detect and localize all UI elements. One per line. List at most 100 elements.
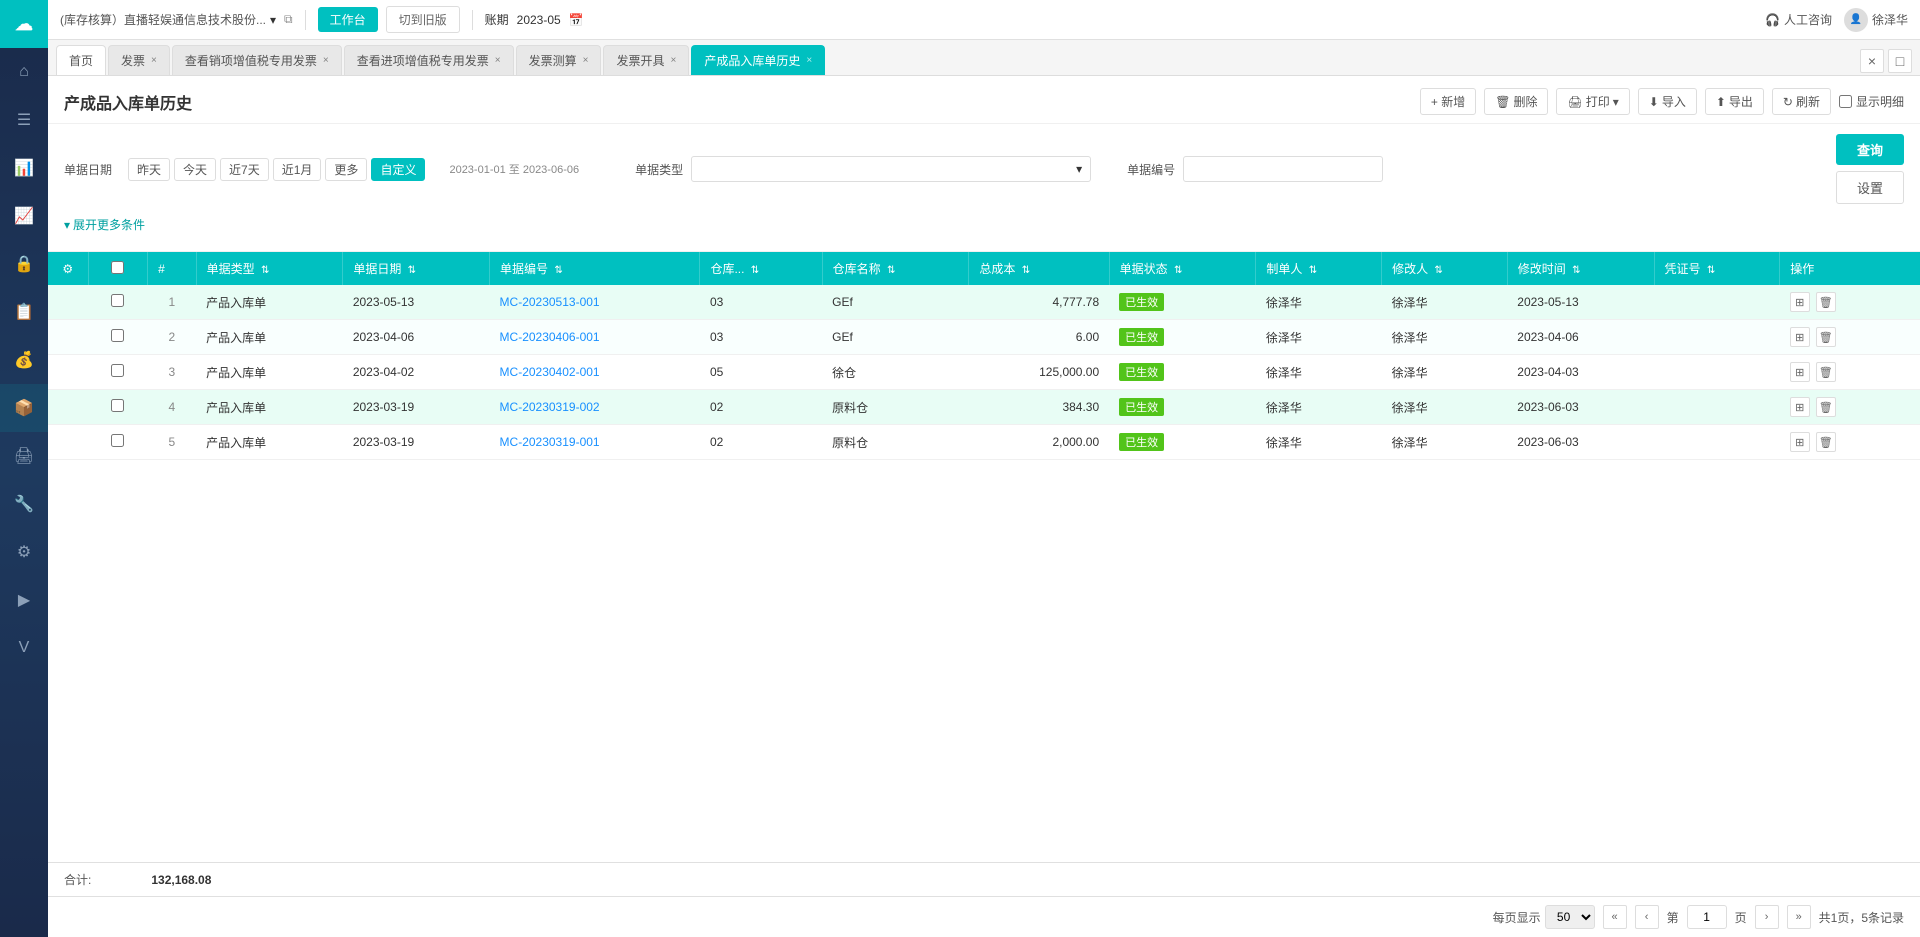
tab-invoice[interactable]: 发票 × bbox=[108, 45, 170, 75]
row-checkbox-0[interactable] bbox=[111, 294, 124, 307]
row-checkbox-cell[interactable] bbox=[88, 425, 148, 460]
row-delete-btn-1[interactable]: 🗑 bbox=[1816, 327, 1836, 347]
expand-more-btn[interactable]: ▾ 展开更多条件 bbox=[64, 216, 145, 233]
select-all-checkbox[interactable] bbox=[111, 261, 124, 274]
copy-icon[interactable]: ⧉ bbox=[284, 12, 293, 27]
row-number-0[interactable]: MC-20230513-001 bbox=[490, 285, 700, 320]
per-page-input[interactable]: 50 100 200 bbox=[1545, 905, 1595, 929]
th-modify-time[interactable]: 修改时间 ⇅ bbox=[1507, 252, 1654, 285]
row-number-4[interactable]: MC-20230319-001 bbox=[490, 425, 700, 460]
tab-product-history-close[interactable]: × bbox=[806, 55, 812, 66]
print-button[interactable]: 🖨 打印 ▾ bbox=[1556, 88, 1629, 115]
query-button[interactable]: 查询 bbox=[1836, 134, 1904, 165]
row-edit-btn-3[interactable]: ⊞ bbox=[1790, 397, 1810, 417]
tab-purchase-invoice[interactable]: 查看进项增值税专用发票 × bbox=[344, 45, 514, 75]
sidebar-item-finance[interactable]: 💰 bbox=[0, 336, 48, 384]
th-warehouse-code[interactable]: 仓库... ⇅ bbox=[700, 252, 822, 285]
new-button[interactable]: + 新增 bbox=[1420, 88, 1476, 115]
import-button[interactable]: ⬇ 导入 bbox=[1638, 88, 1697, 115]
tab-invoice-issue[interactable]: 发票开具 × bbox=[603, 45, 689, 75]
tab-sales-invoice[interactable]: 查看销项增值税专用发票 × bbox=[172, 45, 342, 75]
tab-invoice-issue-close[interactable]: × bbox=[670, 55, 676, 66]
app-logo[interactable]: ☁ bbox=[0, 0, 48, 48]
row-edit-btn-2[interactable]: ⊞ bbox=[1790, 362, 1810, 382]
row-edit-btn-0[interactable]: ⊞ bbox=[1790, 292, 1810, 312]
th-status[interactable]: 单据状态 ⇅ bbox=[1109, 252, 1256, 285]
row-checkbox-2[interactable] bbox=[111, 364, 124, 377]
sidebar-item-inventory[interactable]: 📦 bbox=[0, 384, 48, 432]
th-number[interactable]: 单据编号 ⇅ bbox=[490, 252, 700, 285]
date-btn-today[interactable]: 今天 bbox=[174, 158, 216, 181]
row-number-link-2[interactable]: MC-20230402-001 bbox=[500, 365, 600, 379]
prev-page-btn[interactable]: ‹ bbox=[1635, 905, 1659, 929]
switch-button[interactable]: 切到旧版 bbox=[386, 6, 460, 33]
row-checkbox-3[interactable] bbox=[111, 399, 124, 412]
close-all-btn[interactable]: × bbox=[1860, 49, 1884, 73]
row-checkbox-cell[interactable] bbox=[88, 285, 148, 320]
row-delete-btn-3[interactable]: 🗑 bbox=[1816, 397, 1836, 417]
row-edit-btn-1[interactable]: ⊞ bbox=[1790, 327, 1810, 347]
date-btn-more[interactable]: 更多 bbox=[325, 158, 367, 181]
row-number-link-3[interactable]: MC-20230319-002 bbox=[500, 400, 600, 414]
sidebar-item-print[interactable]: 🖨 bbox=[0, 432, 48, 480]
date-btn-1month[interactable]: 近1月 bbox=[273, 158, 322, 181]
tab-product-history[interactable]: 产成品入库单历史 × bbox=[691, 45, 825, 75]
row-checkbox-4[interactable] bbox=[111, 434, 124, 447]
sidebar-item-list[interactable]: 📋 bbox=[0, 288, 48, 336]
last-page-btn[interactable]: » bbox=[1787, 905, 1811, 929]
sidebar-item-v[interactable]: V bbox=[0, 624, 48, 672]
row-delete-btn-0[interactable]: 🗑 bbox=[1816, 292, 1836, 312]
th-checkbox[interactable] bbox=[88, 252, 148, 285]
next-page-btn[interactable]: › bbox=[1755, 905, 1779, 929]
date-btn-custom[interactable]: 自定义 bbox=[371, 158, 425, 181]
sidebar-item-lock[interactable]: 🔒 bbox=[0, 240, 48, 288]
tab-home[interactable]: 首页 bbox=[56, 45, 106, 75]
row-delete-btn-2[interactable]: 🗑 bbox=[1816, 362, 1836, 382]
row-number-link-1[interactable]: MC-20230406-001 bbox=[500, 330, 600, 344]
page-input[interactable] bbox=[1687, 905, 1727, 929]
th-total-cost[interactable]: 总成本 ⇅ bbox=[969, 252, 1109, 285]
row-number-link-4[interactable]: MC-20230319-001 bbox=[500, 435, 600, 449]
row-delete-btn-4[interactable]: 🗑 bbox=[1816, 432, 1836, 452]
sidebar-item-home[interactable]: ⌂ bbox=[0, 48, 48, 96]
date-btn-yesterday[interactable]: 昨天 bbox=[128, 158, 170, 181]
first-page-btn[interactable]: « bbox=[1603, 905, 1627, 929]
th-warehouse-name[interactable]: 仓库名称 ⇅ bbox=[822, 252, 969, 285]
row-checkbox-cell[interactable] bbox=[88, 355, 148, 390]
th-date[interactable]: 单据日期 ⇅ bbox=[343, 252, 490, 285]
maximize-btn[interactable]: □ bbox=[1888, 49, 1912, 73]
row-number-3[interactable]: MC-20230319-002 bbox=[490, 390, 700, 425]
th-settings[interactable]: ⚙ bbox=[48, 252, 88, 285]
row-checkbox-cell[interactable] bbox=[88, 390, 148, 425]
type-select[interactable]: ▾ bbox=[691, 156, 1091, 182]
tab-invoice-calc-close[interactable]: × bbox=[583, 55, 589, 66]
set-button[interactable]: 设置 bbox=[1836, 171, 1904, 204]
tab-sales-invoice-close[interactable]: × bbox=[323, 55, 329, 66]
th-creator[interactable]: 制单人 ⇅ bbox=[1256, 252, 1382, 285]
sidebar-item-chart[interactable]: 📊 bbox=[0, 144, 48, 192]
user-info[interactable]: 👤 徐泽华 bbox=[1844, 8, 1908, 32]
calendar-icon[interactable]: 📅 bbox=[569, 13, 584, 27]
tab-invoice-calc[interactable]: 发票测算 × bbox=[516, 45, 602, 75]
row-number-2[interactable]: MC-20230402-001 bbox=[490, 355, 700, 390]
tab-invoice-close[interactable]: × bbox=[151, 55, 157, 66]
company-selector[interactable]: (库存核算）直播轻娱通信息技术股份... ▾ bbox=[60, 11, 276, 28]
service-button[interactable]: 🎧 人工咨询 bbox=[1765, 11, 1832, 28]
th-voucher[interactable]: 凭证号 ⇅ bbox=[1654, 252, 1780, 285]
workbench-button[interactable]: 工作台 bbox=[318, 7, 378, 32]
show-detail-checkbox[interactable] bbox=[1839, 95, 1852, 108]
tab-purchase-invoice-close[interactable]: × bbox=[495, 55, 501, 66]
sidebar-item-tool[interactable]: 🔧 bbox=[0, 480, 48, 528]
row-number-link-0[interactable]: MC-20230513-001 bbox=[500, 295, 600, 309]
row-number-1[interactable]: MC-20230406-001 bbox=[490, 320, 700, 355]
number-filter-input[interactable] bbox=[1183, 156, 1383, 182]
row-checkbox-cell[interactable] bbox=[88, 320, 148, 355]
refresh-button[interactable]: ↻ 刷新 bbox=[1772, 88, 1831, 115]
row-checkbox-1[interactable] bbox=[111, 329, 124, 342]
th-type[interactable]: 单据类型 ⇅ bbox=[196, 252, 343, 285]
sidebar-item-settings[interactable]: ⚙ bbox=[0, 528, 48, 576]
show-detail-label[interactable]: 显示明细 bbox=[1839, 93, 1904, 110]
delete-button[interactable]: 🗑 删除 bbox=[1484, 88, 1548, 115]
sidebar-item-analytics[interactable]: 📈 bbox=[0, 192, 48, 240]
th-modifier[interactable]: 修改人 ⇅ bbox=[1382, 252, 1508, 285]
